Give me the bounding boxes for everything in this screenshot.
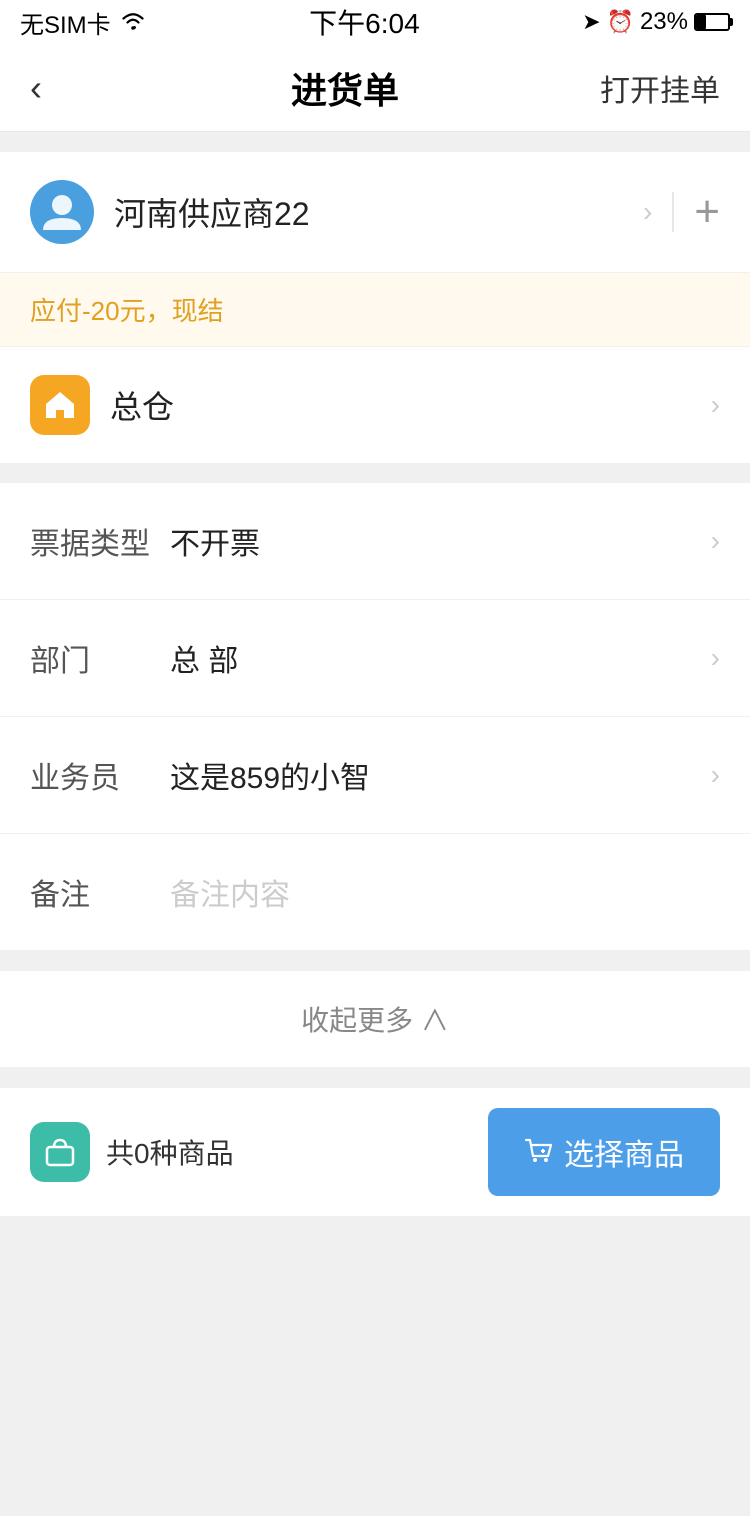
supplier-row[interactable]: 河南供应商22 › + bbox=[0, 152, 750, 273]
notice-text: 应付-20元，现结 bbox=[30, 296, 224, 326]
location-icon: ➤ bbox=[582, 9, 600, 35]
department-label: 部门 bbox=[30, 636, 150, 680]
open-pending-button[interactable]: 打开挂单 bbox=[600, 66, 720, 110]
supplier-name: 河南供应商22 bbox=[114, 189, 643, 235]
salesperson-label: 业务员 bbox=[30, 753, 150, 797]
gray-fill-area bbox=[0, 1216, 750, 1516]
supplier-chevron-icon: › bbox=[643, 196, 652, 228]
battery-icon bbox=[694, 13, 730, 31]
supplier-section: 河南供应商22 › + 应付-20元，现结 总仓 › bbox=[0, 152, 750, 463]
status-bar: 无SIM卡 下午6:04 ➤ ⏰ 23% bbox=[0, 0, 750, 44]
wifi-icon bbox=[119, 7, 147, 38]
invoice-chevron-icon: › bbox=[711, 525, 720, 557]
remark-input[interactable]: 备注内容 bbox=[150, 870, 720, 914]
warehouse-icon bbox=[30, 375, 90, 435]
add-supplier-button[interactable]: + bbox=[694, 190, 720, 234]
status-right: ➤ ⏰ 23% bbox=[582, 8, 730, 36]
supplier-avatar bbox=[30, 180, 94, 244]
status-left: 无SIM卡 bbox=[20, 5, 147, 40]
select-product-button[interactable]: 选择商品 bbox=[488, 1108, 720, 1196]
salesperson-value: 这是859的小智 bbox=[150, 753, 711, 797]
time-label: 下午6:04 bbox=[309, 2, 420, 42]
department-value: 总 部 bbox=[150, 636, 711, 680]
invoice-value: 不开票 bbox=[150, 519, 711, 563]
bottom-bar: 共0种商品 选择商品 bbox=[0, 1087, 750, 1216]
notice-bar: 应付-20元，现结 bbox=[0, 273, 750, 346]
vertical-divider bbox=[672, 192, 674, 232]
product-icon bbox=[30, 1122, 90, 1182]
invoice-row[interactable]: 票据类型 不开票 › bbox=[0, 483, 750, 600]
collapse-label: 收起更多 ∧ bbox=[301, 1005, 449, 1036]
nav-bar: ‹ 进货单 打开挂单 bbox=[0, 44, 750, 132]
carrier-label: 无SIM卡 bbox=[20, 5, 111, 40]
salesperson-chevron-icon: › bbox=[711, 759, 720, 791]
form-section: 票据类型 不开票 › 部门 总 部 › 业务员 这是859的小智 › 备注 备注… bbox=[0, 483, 750, 950]
warehouse-name: 总仓 bbox=[110, 382, 711, 428]
collapse-bar[interactable]: 收起更多 ∧ bbox=[0, 970, 750, 1067]
section-gap-1 bbox=[0, 132, 750, 152]
warehouse-chevron-icon: › bbox=[711, 389, 720, 421]
invoice-label: 票据类型 bbox=[30, 519, 150, 563]
remark-row[interactable]: 备注 备注内容 bbox=[0, 834, 750, 950]
remark-label: 备注 bbox=[30, 870, 150, 914]
back-button[interactable]: ‹ bbox=[30, 67, 90, 109]
select-product-label: 选择商品 bbox=[564, 1130, 684, 1174]
warehouse-row[interactable]: 总仓 › bbox=[0, 346, 750, 463]
cart-icon bbox=[524, 1138, 554, 1166]
alarm-icon: ⏰ bbox=[607, 9, 634, 35]
department-chevron-icon: › bbox=[711, 642, 720, 674]
department-row[interactable]: 部门 总 部 › bbox=[0, 600, 750, 717]
salesperson-row[interactable]: 业务员 这是859的小智 › bbox=[0, 717, 750, 834]
page-title: 进货单 bbox=[291, 62, 399, 114]
product-count: 共0种商品 bbox=[106, 1132, 488, 1172]
battery-label: 23% bbox=[640, 8, 688, 36]
